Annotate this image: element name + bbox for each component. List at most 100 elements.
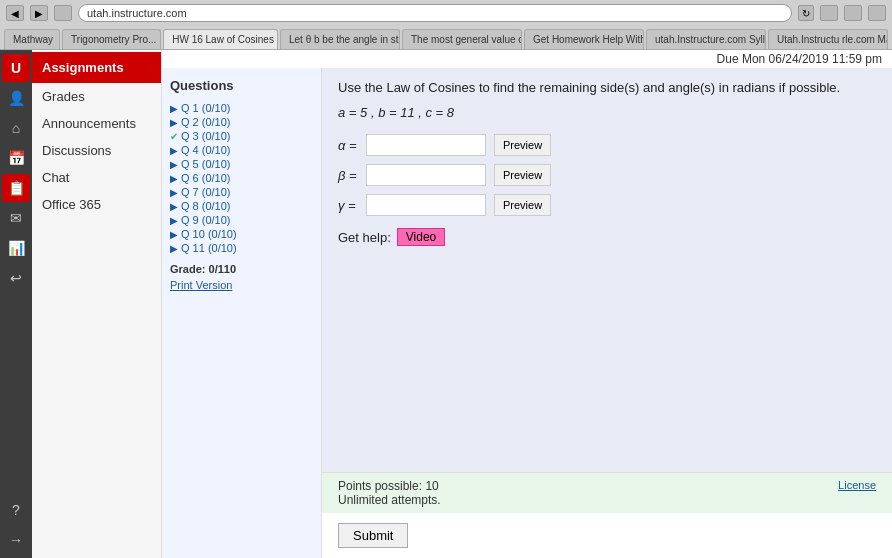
sidebar-item-discussions[interactable]: Discussions <box>32 137 161 164</box>
menu-button[interactable] <box>868 5 886 21</box>
arrow-icon: ▶ <box>170 159 178 170</box>
arrow-icon: ▶ <box>170 243 178 254</box>
browser-tab[interactable]: Trigonometry Pro... <box>62 29 161 49</box>
profile-button[interactable] <box>820 5 838 21</box>
list-item[interactable]: ▶ Q 2 (0/10) <box>170 115 313 129</box>
problem-given: a = 5 , b = 11 , c = 8 <box>338 105 876 120</box>
attempts-label: Unlimited attempts. <box>338 493 441 507</box>
beta-label: β = <box>338 168 358 183</box>
browser-tab[interactable]: Mathway <box>4 29 60 49</box>
sidebar-header[interactable]: Assignments <box>32 52 161 83</box>
arrow-icon: ▶ <box>170 215 178 226</box>
forward-button[interactable]: ▶ <box>30 5 48 21</box>
q6-label: Q 6 (0/10) <box>181 172 231 184</box>
grade-info: Grade: 0/110 <box>170 263 313 275</box>
print-version-link[interactable]: Print Version <box>170 279 313 291</box>
browser-tab[interactable]: HW 16 Law of Cosines <box>163 29 278 49</box>
beta-preview-button[interactable]: Preview <box>494 164 551 186</box>
q4-label: Q 4 (0/10) <box>181 144 231 156</box>
calendar-icon[interactable]: 📅 <box>2 144 30 172</box>
arrow-icon: ▶ <box>170 117 178 128</box>
extensions-button[interactable] <box>844 5 862 21</box>
list-item[interactable]: ▶ Q 1 (0/10) <box>170 101 313 115</box>
list-item[interactable]: ▶ Q 5 (0/10) <box>170 157 313 171</box>
home-icon[interactable]: ⌂ <box>2 114 30 142</box>
points-info: Points possible: 10 Unlimited attempts. <box>338 479 876 507</box>
q5-label: Q 5 (0/10) <box>181 158 231 170</box>
alpha-input[interactable] <box>366 134 486 156</box>
questions-panel: Questions ▶ Q 1 (0/10) ▶ Q 2 (0/10) ✔ Q … <box>162 68 322 558</box>
q2-label: Q 2 (0/10) <box>181 116 231 128</box>
due-date-text: Due Mon 06/24/2019 11:59 pm <box>717 52 882 66</box>
list-item[interactable]: ▶ Q 9 (0/10) <box>170 213 313 227</box>
arrow-icon: ▶ <box>170 145 178 156</box>
gamma-label: γ = <box>338 198 358 213</box>
beta-row: β = Preview <box>338 164 876 186</box>
help-icon[interactable]: ? <box>2 496 30 524</box>
license-link[interactable]: License <box>838 479 876 491</box>
university-icon[interactable]: U <box>2 54 30 82</box>
help-label: Get help: <box>338 230 391 245</box>
submit-button[interactable]: Submit <box>338 523 408 548</box>
tabs-bar: MathwayTrigonometry Pro...HW 16 Law of C… <box>0 26 892 49</box>
due-date-bar: Due Mon 06/24/2019 11:59 pm <box>162 50 892 68</box>
gamma-preview-button[interactable]: Preview <box>494 194 551 216</box>
q10-label: Q 10 (0/10) <box>181 228 237 240</box>
q3-label: Q 3 (0/10) <box>181 130 231 142</box>
arrow-icon: ▶ <box>170 187 178 198</box>
inbox-icon[interactable]: ✉ <box>2 204 30 232</box>
browser-tab[interactable]: The most general value of th... <box>402 29 522 49</box>
beta-input[interactable] <box>366 164 486 186</box>
undo-icon[interactable]: ↩ <box>2 264 30 292</box>
list-item[interactable]: ▶ Q 6 (0/10) <box>170 171 313 185</box>
list-item[interactable]: ▶ Q 11 (0/10) <box>170 241 313 255</box>
browser-tab[interactable]: utah.Instructure.com Syllab... <box>646 29 766 49</box>
alpha-row: α = Preview <box>338 134 876 156</box>
q1-label: Q 1 (0/10) <box>181 102 231 114</box>
problem-area: Use the Law of Cosines to find the remai… <box>322 68 892 472</box>
alpha-preview-button[interactable]: Preview <box>494 134 551 156</box>
arrow-icon: ▶ <box>170 201 178 212</box>
assignments-icon[interactable]: 📋 <box>2 174 30 202</box>
submit-area: Submit <box>322 513 892 558</box>
q8-label: Q 8 (0/10) <box>181 200 231 212</box>
address-bar[interactable]: utah.instructure.com <box>78 4 792 22</box>
help-row: Get help: Video <box>338 228 876 246</box>
alpha-label: α = <box>338 138 358 153</box>
q9-label: Q 9 (0/10) <box>181 214 231 226</box>
sidebar-item-office365[interactable]: Office 365 <box>32 191 161 218</box>
list-item[interactable]: ▶ Q 8 (0/10) <box>170 199 313 213</box>
list-item[interactable]: ▶ Q 7 (0/10) <box>170 185 313 199</box>
sidebar-item-grades[interactable]: Grades <box>32 83 161 110</box>
browser-tab[interactable]: Let θ b be the angle in stand... <box>280 29 400 49</box>
window-button[interactable] <box>54 5 72 21</box>
arrow-icon: ▶ <box>170 103 178 114</box>
problem-instruction: Use the Law of Cosines to find the remai… <box>338 80 876 95</box>
list-item[interactable]: ▶ Q 4 (0/10) <box>170 143 313 157</box>
sidebar-item-chat[interactable]: Chat <box>32 164 161 191</box>
user-icon[interactable]: 👤 <box>2 84 30 112</box>
exit-icon[interactable]: → <box>2 526 30 554</box>
video-button[interactable]: Video <box>397 228 445 246</box>
arrow-icon: ▶ <box>170 229 178 240</box>
bottom-info: License Points possible: 10 Unlimited at… <box>322 472 892 513</box>
sidebar-item-announcements[interactable]: Announcements <box>32 110 161 137</box>
grades-icon[interactable]: 📊 <box>2 234 30 262</box>
main-content: Questions ▶ Q 1 (0/10) ▶ Q 2 (0/10) ✔ Q … <box>162 68 892 558</box>
q7-label: Q 7 (0/10) <box>181 186 231 198</box>
list-item[interactable]: ▶ Q 10 (0/10) <box>170 227 313 241</box>
gamma-row: γ = Preview <box>338 194 876 216</box>
content-area: Due Mon 06/24/2019 11:59 pm Questions ▶ … <box>162 50 892 558</box>
browser-tab[interactable]: Get Homework Help With C... <box>524 29 644 49</box>
sidebar: Assignments Grades Announcements Discuss… <box>32 50 162 558</box>
q11-label: Q 11 (0/10) <box>181 242 237 254</box>
questions-title: Questions <box>170 78 313 93</box>
address-text: utah.instructure.com <box>87 7 187 19</box>
gamma-input[interactable] <box>366 194 486 216</box>
arrow-icon: ▶ <box>170 173 178 184</box>
browser-tab[interactable]: Utah.Instructu rle.com Math... <box>768 29 888 49</box>
list-item[interactable]: ✔ Q 3 (0/10) <box>170 129 313 143</box>
reload-button[interactable]: ↻ <box>798 5 814 21</box>
back-button[interactable]: ◀ <box>6 5 24 21</box>
points-label: Points possible: 10 <box>338 479 439 493</box>
